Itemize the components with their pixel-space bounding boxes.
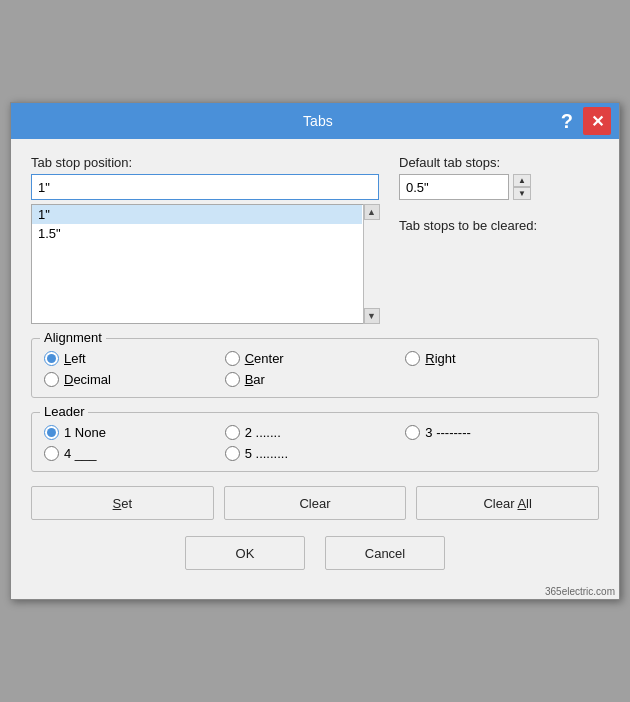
default-tab-stops-label: Default tab stops:	[399, 155, 599, 170]
tab-stop-position-label: Tab stop position:	[31, 155, 379, 170]
ok-button[interactable]: OK	[185, 536, 305, 570]
scroll-up-button[interactable]: ▲	[364, 204, 380, 220]
top-row: Tab stop position: 1" 1.5" ▲ ▼	[31, 155, 599, 324]
alignment-left-label: Left	[64, 351, 86, 366]
list-item[interactable]: 1.5"	[32, 224, 362, 243]
spinner: ▲ ▼	[513, 174, 531, 200]
leader-5-label: 5 .........	[245, 446, 288, 461]
leader-5[interactable]: 5 .........	[225, 446, 406, 461]
alignment-right[interactable]: Right	[405, 351, 586, 366]
leader-1-label: 1 None	[64, 425, 106, 440]
cancel-button[interactable]: Cancel	[325, 536, 445, 570]
tab-stop-listbox-wrapper: 1" 1.5" ▲ ▼	[31, 204, 379, 324]
left-section: Tab stop position: 1" 1.5" ▲ ▼	[31, 155, 379, 324]
action-buttons-row: Set Clear Clear All	[31, 486, 599, 520]
leader-2[interactable]: 2 .......	[225, 425, 406, 440]
alignment-bar-radio[interactable]	[225, 372, 240, 387]
tab-stop-position-input[interactable]	[31, 174, 379, 200]
alignment-row-1: Left Center Right	[44, 351, 586, 366]
leader-group: Leader 1 None 2 ....... 3 --------	[31, 412, 599, 472]
alignment-decimal[interactable]: Decimal	[44, 372, 225, 387]
title-bar-controls: ? ✕	[557, 107, 611, 135]
dialog-title: Tabs	[79, 113, 557, 129]
alignment-center-radio[interactable]	[225, 351, 240, 366]
tab-stop-listbox[interactable]: 1" 1.5"	[31, 204, 379, 324]
spinner-down-button[interactable]: ▼	[513, 187, 531, 200]
default-tab-row: ▲ ▼	[399, 174, 599, 200]
alignment-left[interactable]: Left	[44, 351, 225, 366]
tabs-dialog: Tabs ? ✕ Tab stop position: 1" 1.5" ▲	[10, 102, 620, 600]
tab-stops-to-be-cleared-label: Tab stops to be cleared:	[399, 218, 599, 233]
alignment-center[interactable]: Center	[225, 351, 406, 366]
alignment-right-label: Right	[425, 351, 455, 366]
leader-1[interactable]: 1 None	[44, 425, 225, 440]
alignment-row-2: Decimal Bar	[44, 372, 586, 387]
alignment-group-label: Alignment	[40, 330, 106, 345]
leader-3-label: 3 --------	[425, 425, 470, 440]
alignment-center-label: Center	[245, 351, 284, 366]
title-bar: Tabs ? ✕	[11, 103, 619, 139]
alignment-decimal-label: Decimal	[64, 372, 111, 387]
spinner-up-button[interactable]: ▲	[513, 174, 531, 187]
alignment-decimal-radio[interactable]	[44, 372, 59, 387]
alignment-bar-label: Bar	[245, 372, 265, 387]
close-button[interactable]: ✕	[583, 107, 611, 135]
leader-row-2: 4 ___ 5 .........	[44, 446, 586, 461]
alignment-group: Alignment Left Center Right Deci	[31, 338, 599, 398]
leader-1-radio[interactable]	[44, 425, 59, 440]
leader-4-radio[interactable]	[44, 446, 59, 461]
leader-group-label: Leader	[40, 404, 88, 419]
leader-2-radio[interactable]	[225, 425, 240, 440]
scroll-down-button[interactable]: ▼	[364, 308, 380, 324]
alignment-right-radio[interactable]	[405, 351, 420, 366]
leader-3-radio[interactable]	[405, 425, 420, 440]
clear-button[interactable]: Clear	[224, 486, 407, 520]
leader-4-label: 4 ___	[64, 446, 97, 461]
alignment-bar[interactable]: Bar	[225, 372, 406, 387]
dialog-body: Tab stop position: 1" 1.5" ▲ ▼	[11, 139, 619, 584]
leader-4[interactable]: 4 ___	[44, 446, 225, 461]
ok-cancel-row: OK Cancel	[31, 536, 599, 570]
leader-2-label: 2 .......	[245, 425, 281, 440]
watermark: 365electric.com	[11, 584, 619, 599]
alignment-left-radio[interactable]	[44, 351, 59, 366]
list-item[interactable]: 1"	[32, 205, 362, 224]
leader-3[interactable]: 3 --------	[405, 425, 586, 440]
right-section: Default tab stops: ▲ ▼ Tab stops to be c…	[399, 155, 599, 233]
leader-row-1: 1 None 2 ....... 3 --------	[44, 425, 586, 440]
default-tab-stops-input[interactable]	[399, 174, 509, 200]
leader-5-radio[interactable]	[225, 446, 240, 461]
help-button[interactable]: ?	[557, 111, 577, 131]
scrollbar: ▲ ▼	[363, 204, 379, 324]
set-button[interactable]: Set	[31, 486, 214, 520]
clear-all-button[interactable]: Clear All	[416, 486, 599, 520]
